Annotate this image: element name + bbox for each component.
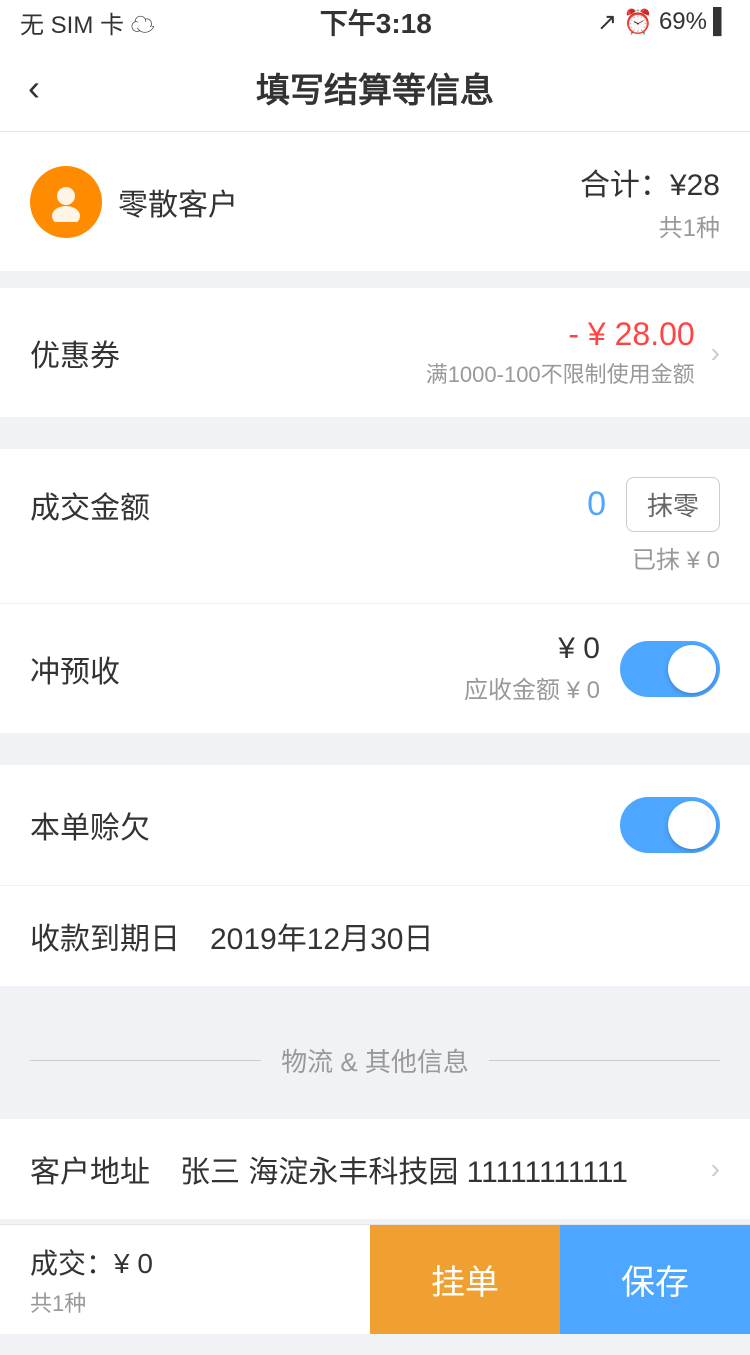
customer-right: 合计：¥28 共1种 xyxy=(580,160,720,243)
total-amount: 合计：¥28 xyxy=(580,160,720,204)
debt-section: 本单赊欠 收款到期日 2019年12月30日 xyxy=(0,765,750,986)
nav-bar: ‹ 填写结算等信息 xyxy=(0,44,750,132)
address-section: 客户地址 张三 海淀永丰科技园 11111111111 › xyxy=(0,1119,750,1219)
bottom-bar: 成交：¥ 0 共1种 挂单 保存 xyxy=(0,1224,750,1334)
due-date-value: 2019年12月30日 xyxy=(210,914,433,958)
address-value: 张三 海淀永丰科技园 11111111111 xyxy=(180,1147,711,1191)
person-icon xyxy=(46,182,86,222)
bottom-count: 共1种 xyxy=(30,1286,340,1318)
status-left: 无 SIM 卡 ☁ xyxy=(20,5,155,40)
transaction-value[interactable]: 0 xyxy=(566,485,606,524)
customer-left: 零散客户 xyxy=(30,166,238,238)
content: 零散客户 合计：¥28 共1种 优惠券 - ¥ 28.00 满1000-100不… xyxy=(0,132,750,1355)
location-icon: ↗ xyxy=(597,8,617,37)
transaction-top: 成交金额 0 抹零 xyxy=(30,477,720,532)
customer-row: 零散客户 合计：¥28 共1种 xyxy=(0,132,750,271)
battery-icon: ▌ xyxy=(713,8,730,36)
address-chevron-icon: › xyxy=(711,1153,720,1185)
bottom-transaction: 成交：¥ 0 xyxy=(30,1242,340,1282)
total-count: 共1种 xyxy=(580,208,720,243)
round-zero-button[interactable]: 抹零 xyxy=(626,477,720,532)
avatar xyxy=(30,166,102,238)
prereceive-amount: ¥ 0 应收金额 ¥ 0 xyxy=(464,632,600,705)
bottom-info: 成交：¥ 0 共1种 xyxy=(0,1225,370,1334)
back-button[interactable]: ‹ xyxy=(28,67,40,109)
section-divider-1 xyxy=(0,433,750,449)
battery-level: 69% xyxy=(659,8,707,36)
status-right: ↗ ⏰ 69% ▌ xyxy=(597,8,730,37)
transaction-section: 成交金额 0 抹零 已抹 ¥ 0 冲预收 ¥ 0 应收金额 ¥ 0 xyxy=(0,449,750,733)
transaction-right: 0 抹零 xyxy=(566,477,720,532)
debt-label: 本单赊欠 xyxy=(30,803,150,847)
logistics-header: 物流 & 其他信息 xyxy=(0,1018,750,1103)
alarm-icon: ⏰ xyxy=(623,8,653,37)
prereceive-row: 冲预收 ¥ 0 应收金额 ¥ 0 xyxy=(0,603,750,733)
status-time: 下午3:18 xyxy=(320,2,432,42)
transaction-sub: 已抹 ¥ 0 xyxy=(30,540,720,575)
status-bar: 无 SIM 卡 ☁ 下午3:18 ↗ ⏰ 69% ▌ xyxy=(0,0,750,44)
bottom-transaction-value: ¥ 0 xyxy=(114,1248,153,1279)
prereceive-toggle[interactable] xyxy=(620,641,720,697)
logistics-divider: 物流 & 其他信息 xyxy=(30,1042,720,1079)
prereceive-sub: 应收金额 ¥ 0 xyxy=(464,670,600,705)
logistics-text: 物流 & 其他信息 xyxy=(281,1042,469,1079)
coupon-section[interactable]: 优惠券 - ¥ 28.00 满1000-100不限制使用金额 › xyxy=(0,287,750,417)
debt-toggle[interactable] xyxy=(620,797,720,853)
coupon-label: 优惠券 xyxy=(30,331,120,375)
pending-button[interactable]: 挂单 xyxy=(370,1225,560,1334)
debt-toggle-knob xyxy=(668,801,716,849)
prereceive-right: ¥ 0 应收金额 ¥ 0 xyxy=(464,632,720,705)
debt-row: 本单赊欠 xyxy=(0,765,750,885)
customer-section: 零散客户 合计：¥28 共1种 xyxy=(0,132,750,271)
coupon-row[interactable]: 优惠券 - ¥ 28.00 满1000-100不限制使用金额 › xyxy=(0,287,750,417)
coupon-amount: - ¥ 28.00 xyxy=(426,316,695,353)
due-date-row[interactable]: 收款到期日 2019年12月30日 xyxy=(0,885,750,986)
bottom-transaction-label: 成交： xyxy=(30,1248,114,1279)
section-divider-2 xyxy=(0,749,750,765)
coupon-value: - ¥ 28.00 满1000-100不限制使用金额 xyxy=(426,316,695,389)
divider-line-right xyxy=(489,1060,720,1061)
prereceive-label: 冲预收 xyxy=(30,647,120,691)
transaction-label: 成交金额 xyxy=(30,483,150,527)
coupon-desc: 满1000-100不限制使用金额 xyxy=(426,357,695,389)
due-date-label: 收款到期日 xyxy=(30,914,180,958)
prereceive-value: ¥ 0 xyxy=(464,632,600,666)
sim-indicator: 无 SIM 卡 ☁ xyxy=(20,5,155,40)
section-divider-3 xyxy=(0,1002,750,1018)
chevron-right-icon: › xyxy=(711,337,720,369)
customer-name: 零散客户 xyxy=(118,180,238,224)
address-label: 客户地址 xyxy=(30,1147,150,1191)
save-button[interactable]: 保存 xyxy=(560,1225,750,1334)
coupon-right: - ¥ 28.00 满1000-100不限制使用金额 › xyxy=(426,316,720,389)
address-row[interactable]: 客户地址 张三 海淀永丰科技园 11111111111 › xyxy=(0,1119,750,1219)
toggle-knob xyxy=(668,645,716,693)
transaction-row: 成交金额 0 抹零 已抹 ¥ 0 xyxy=(0,449,750,603)
page-title: 填写结算等信息 xyxy=(256,63,494,112)
divider-line-left xyxy=(30,1060,261,1061)
